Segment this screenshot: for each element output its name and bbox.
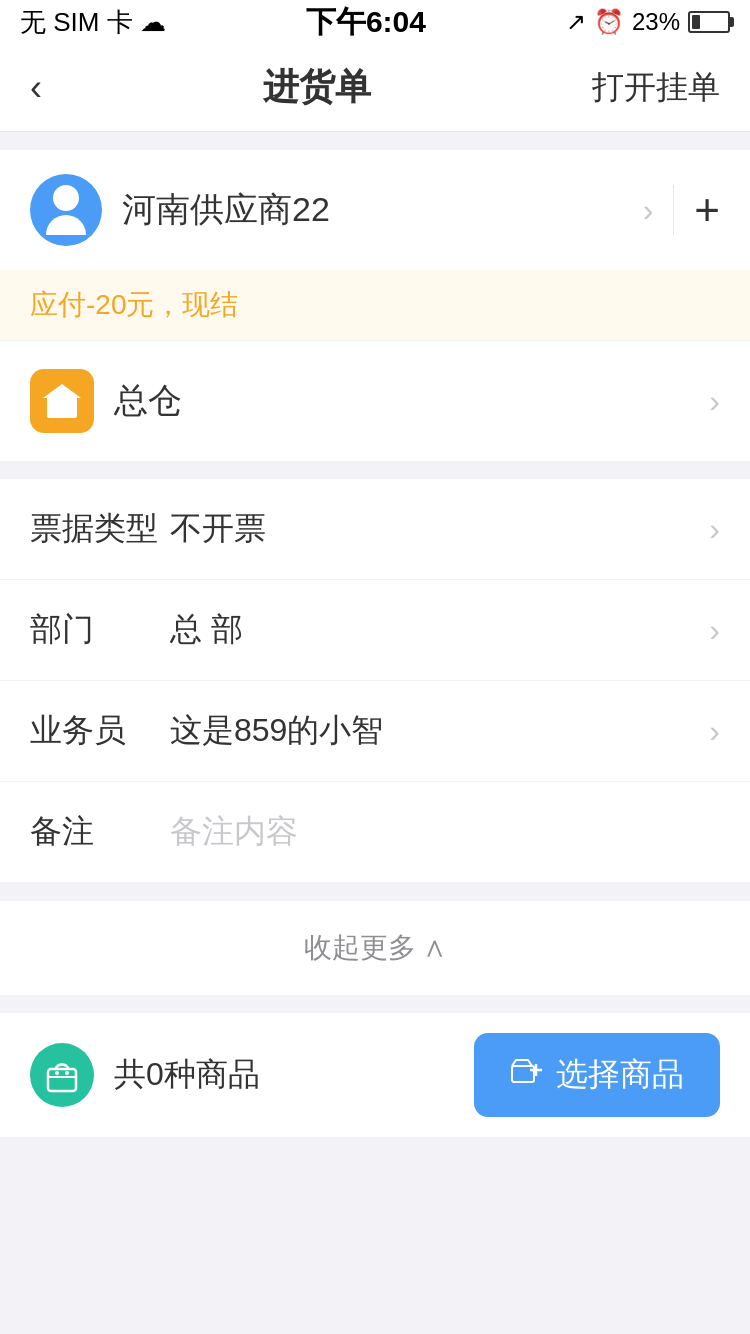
sim-status: 无 SIM 卡 ☁ (20, 5, 166, 40)
salesperson-value: 这是859的小智 (160, 709, 709, 753)
svg-rect-0 (48, 1069, 76, 1091)
nav-bar: ‹ 进货单 打开挂单 (0, 44, 750, 132)
select-product-button[interactable]: 选择商品 (474, 1033, 720, 1117)
section-divider-1 (0, 132, 750, 150)
warehouse-name: 总仓 (114, 378, 709, 424)
supplier-section: 河南供应商22 › + 应付-20元，现结 总仓 › (0, 150, 750, 461)
salesperson-label: 业务员 (30, 709, 160, 753)
invoice-type-row[interactable]: 票据类型 不开票 › (0, 479, 750, 580)
open-pending-button[interactable]: 打开挂单 (592, 66, 720, 110)
notice-banner: 应付-20元，现结 (0, 270, 750, 340)
svg-point-3 (65, 1071, 69, 1075)
supplier-row[interactable]: 河南供应商22 › + (0, 150, 750, 270)
battery-percent: 23% (632, 8, 680, 36)
salesperson-row[interactable]: 业务员 这是859的小智 › (0, 681, 750, 782)
remark-label: 备注 (30, 810, 160, 854)
svg-rect-4 (512, 1066, 534, 1082)
supplier-actions: › + (643, 185, 720, 235)
form-section: 票据类型 不开票 › 部门 总 部 › 业务员 这是859的小智 › 备注 备注… (0, 479, 750, 882)
department-row[interactable]: 部门 总 部 › (0, 580, 750, 681)
department-label: 部门 (30, 608, 160, 652)
svg-point-2 (55, 1071, 59, 1075)
cart-add-icon (510, 1058, 544, 1086)
remark-value[interactable]: 备注内容 (160, 810, 720, 854)
location-icon: ↗ (566, 8, 586, 36)
collapse-row[interactable]: 收起更多 ∧ (0, 900, 750, 995)
select-product-icon (510, 1057, 544, 1094)
remark-row[interactable]: 备注 备注内容 (0, 782, 750, 882)
alarm-icon: ⏰ (594, 8, 624, 36)
add-supplier-button[interactable]: + (694, 185, 720, 235)
salesperson-chevron-icon: › (709, 713, 720, 750)
select-product-label: 选择商品 (556, 1053, 684, 1097)
avatar-body (46, 215, 86, 235)
supplier-chevron-icon: › (643, 192, 654, 229)
invoice-type-value: 不开票 (160, 507, 709, 551)
back-button[interactable]: ‹ (30, 67, 42, 109)
avatar-head (53, 185, 79, 211)
invoice-type-label: 票据类型 (30, 507, 160, 551)
shopping-bag-icon (44, 1057, 80, 1093)
department-chevron-icon: › (709, 612, 720, 649)
vertical-divider (673, 185, 674, 235)
warehouse-row[interactable]: 总仓 › (0, 340, 750, 461)
warehouse-body (47, 396, 77, 418)
product-count: 共0种商品 (114, 1053, 454, 1097)
avatar-person-icon (46, 185, 86, 235)
status-right: ↗ ⏰ 23% (566, 8, 730, 36)
collapse-text: 收起更多 ∧ (304, 929, 447, 967)
warehouse-icon (30, 369, 94, 433)
warehouse-chevron-icon: › (709, 383, 720, 420)
supplier-avatar (30, 174, 102, 246)
page-title: 进货单 (263, 63, 371, 112)
status-time: 下午6:04 (306, 2, 426, 43)
product-icon (30, 1043, 94, 1107)
page-rest (0, 1137, 750, 1334)
warehouse-icon-inner (43, 384, 81, 418)
supplier-name: 河南供应商22 (122, 187, 643, 233)
status-bar: 无 SIM 卡 ☁ 下午6:04 ↗ ⏰ 23% (0, 0, 750, 44)
status-left: 无 SIM 卡 ☁ (20, 5, 166, 40)
battery-icon (688, 11, 730, 33)
bottom-bar: 共0种商品 选择商品 (0, 1013, 750, 1137)
invoice-type-chevron-icon: › (709, 511, 720, 548)
department-value: 总 部 (160, 608, 709, 652)
